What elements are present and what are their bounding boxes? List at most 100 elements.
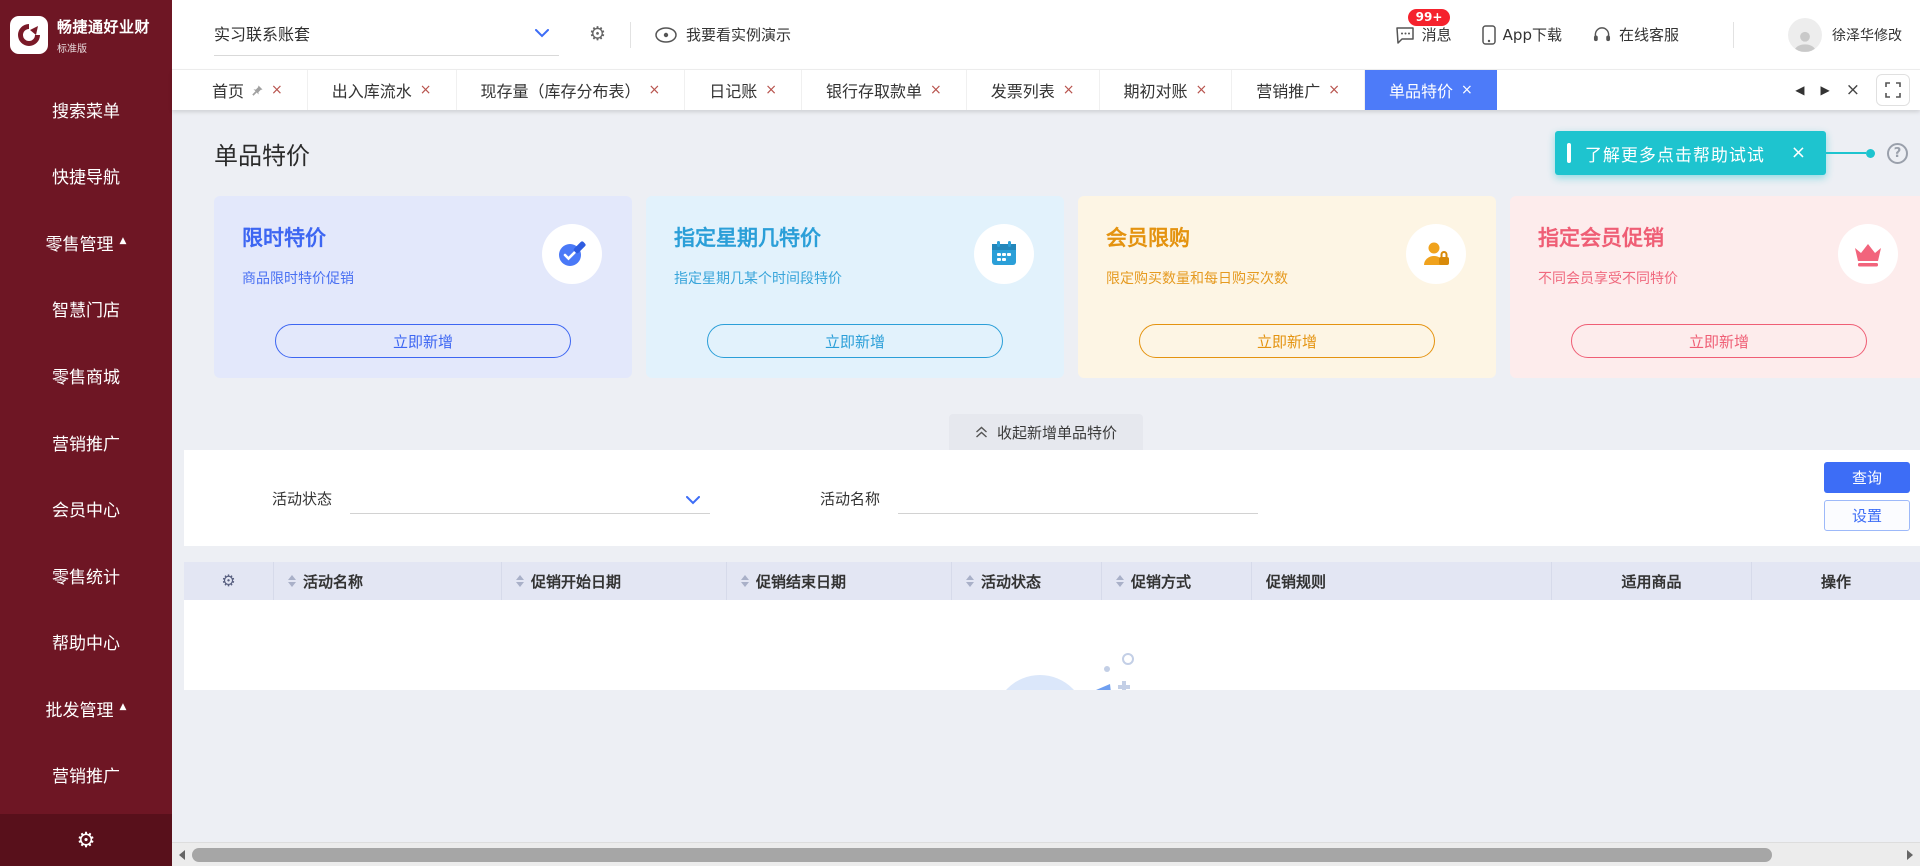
discount-icon bbox=[542, 224, 602, 284]
sort-icon bbox=[288, 575, 296, 587]
help-question-icon[interactable]: ? bbox=[1887, 142, 1908, 164]
logo: 畅捷通好业财 标准版 bbox=[0, 0, 172, 70]
tab-label: 日记账 bbox=[709, 82, 758, 101]
logo-text: 畅捷通好业财 标准版 bbox=[57, 16, 150, 55]
activity-status-label: 活动状态 bbox=[272, 489, 333, 508]
sidebar-item-smart-store[interactable]: 智慧门店 bbox=[0, 276, 172, 343]
tab-close-icon[interactable]: × bbox=[1328, 83, 1340, 97]
sidebar-item-wholesale-marketing[interactable]: 营销推广 bbox=[0, 741, 172, 808]
pin-icon bbox=[252, 85, 263, 96]
column-promo-start-date[interactable]: 促销开始日期 bbox=[502, 562, 727, 600]
column-activity-name[interactable]: 活动名称 bbox=[274, 562, 502, 600]
sidebar-item-search-menu[interactable]: 搜索菜单 bbox=[0, 76, 172, 143]
person-icon bbox=[1794, 31, 1816, 52]
topbar-right: 消息 99+ App下载 在线客服 徐泽华修改 bbox=[1395, 9, 1902, 52]
tab-home[interactable]: 首页 × bbox=[188, 70, 308, 110]
sort-icon bbox=[741, 575, 749, 587]
sidebar-item-label: 帮助中心 bbox=[52, 634, 120, 655]
tab-close-icon[interactable]: × bbox=[271, 83, 283, 97]
divider bbox=[630, 21, 632, 48]
tab-label: 发票列表 bbox=[990, 82, 1055, 101]
sidebar-item-quick-nav[interactable]: 快捷导航 bbox=[0, 143, 172, 210]
scroll-left-arrow[interactable] bbox=[172, 849, 192, 860]
tab-single-item-special-active[interactable]: 单品特价 × bbox=[1365, 70, 1497, 110]
sidebar-item-retail-mall[interactable]: 零售商城 bbox=[0, 342, 172, 409]
tab-close-icon[interactable]: × bbox=[930, 83, 942, 97]
tabs-scroll: 首页 × 出入库流水 × 现存量（库存分布表） × 日记账 × 银行存取款单 × 发票列… bbox=[188, 70, 1497, 110]
tab-close-icon[interactable]: × bbox=[1196, 83, 1208, 97]
tab-inout-flow[interactable]: 出入库流水 × bbox=[308, 70, 457, 110]
online-service-button[interactable]: 在线客服 bbox=[1592, 24, 1679, 45]
card-limited-time-special: 限时特价 商品限时特价促销 立即新增 bbox=[214, 196, 632, 378]
tab-scroll-left-icon[interactable]: ◀ bbox=[1795, 84, 1804, 96]
app-download-button[interactable]: App下载 bbox=[1481, 24, 1562, 45]
messages-label: 消息 bbox=[1421, 26, 1452, 44]
column-settings-cell[interactable]: ⚙ bbox=[184, 562, 274, 600]
chevron-down-icon bbox=[686, 496, 701, 505]
banner-close-icon[interactable]: × bbox=[1791, 144, 1806, 162]
column-activity-status[interactable]: 活动状态 bbox=[952, 562, 1102, 600]
scrollbar-thumb[interactable] bbox=[192, 847, 1772, 862]
sidebar-item-marketing[interactable]: 营销推广 bbox=[0, 409, 172, 476]
help-banner[interactable]: 了解更多点击帮助试试 × bbox=[1554, 131, 1826, 175]
tab-opening-reconciliation[interactable]: 期初对账 × bbox=[1100, 70, 1233, 110]
collapse-row: 收起新增单品特价 bbox=[172, 414, 1920, 450]
user-menu[interactable]: 徐泽华修改 bbox=[1788, 17, 1902, 52]
demo-link[interactable]: 我要看实例演示 bbox=[655, 24, 791, 45]
tab-label: 出入库流水 bbox=[331, 82, 412, 101]
account-set-select[interactable]: 实习联系账套 bbox=[214, 13, 559, 56]
sidebar-item-help-center[interactable]: 帮助中心 bbox=[0, 608, 172, 675]
add-member-purchase-limit-button[interactable]: 立即新增 bbox=[1139, 324, 1435, 358]
activity-name-input[interactable] bbox=[898, 482, 1259, 514]
column-applicable-goods[interactable]: 适用商品 bbox=[1552, 562, 1752, 600]
tab-scroll-right-icon[interactable]: ▶ bbox=[1821, 84, 1830, 96]
collapse-up-icon: ▲ bbox=[119, 702, 127, 713]
column-operations[interactable]: 操作 bbox=[1752, 562, 1920, 600]
scroll-right-arrow[interactable] bbox=[1900, 849, 1920, 860]
sidebar-group-wholesale-management[interactable]: 批发管理 ▲ bbox=[0, 675, 172, 742]
tab-bank-deposit[interactable]: 银行存取款单 × bbox=[802, 70, 967, 110]
sidebar-item-label: 营销推广 bbox=[52, 434, 120, 455]
page-header-right: 了解更多点击帮助试试 × ? bbox=[1554, 131, 1908, 175]
query-button[interactable]: 查询 bbox=[1824, 462, 1910, 493]
add-member-promotion-button[interactable]: 立即新增 bbox=[1571, 324, 1867, 358]
member-lock-icon bbox=[1406, 224, 1466, 284]
close-all-tabs-icon[interactable]: × bbox=[1846, 81, 1860, 99]
fullscreen-icon[interactable] bbox=[1876, 74, 1910, 106]
tab-close-icon[interactable]: × bbox=[1063, 83, 1075, 97]
tabbar: 首页 × 出入库流水 × 现存量（库存分布表） × 日记账 × 银行存取款单 × 发票列… bbox=[172, 70, 1920, 110]
column-promo-method[interactable]: 促销方式 bbox=[1102, 562, 1252, 600]
messages-button[interactable]: 消息 99+ bbox=[1395, 9, 1452, 45]
column-promo-rule[interactable]: 促销规则 bbox=[1252, 562, 1552, 600]
tab-controls: ◀ ▶ × bbox=[1781, 70, 1920, 110]
banner-accent-bar bbox=[1566, 143, 1571, 163]
tab-close-icon[interactable]: × bbox=[1461, 83, 1473, 97]
tab-journal[interactable]: 日记账 × bbox=[685, 70, 802, 110]
tab-marketing[interactable]: 营销推广 × bbox=[1232, 70, 1365, 110]
tab-close-icon[interactable]: × bbox=[649, 83, 661, 97]
topbar-gear-icon[interactable]: ⚙ bbox=[589, 25, 606, 44]
double-chevron-up-icon bbox=[976, 426, 987, 438]
activity-status-select[interactable] bbox=[350, 482, 711, 514]
sidebar-item-member-center[interactable]: 会员中心 bbox=[0, 475, 172, 542]
sidebar-settings-gear-icon[interactable]: ⚙ bbox=[77, 829, 96, 851]
sidebar-item-retail-stats[interactable]: 零售统计 bbox=[0, 542, 172, 609]
settings-button[interactable]: 设置 bbox=[1824, 500, 1910, 531]
activity-name-label: 活动名称 bbox=[820, 489, 881, 508]
tab-invoice-list[interactable]: 发票列表 × bbox=[967, 70, 1100, 110]
table-header-row: ⚙ 活动名称 促销开始日期 促销结束日期 活动状态 促销方式 促销规则 适用商品… bbox=[184, 562, 1920, 600]
sidebar-item-label: 批发管理 bbox=[45, 700, 114, 721]
add-limited-time-special-button[interactable]: 立即新增 bbox=[275, 324, 571, 358]
tab-stock-distribution[interactable]: 现存量（库存分布表） × bbox=[457, 70, 686, 110]
tab-close-icon[interactable]: × bbox=[420, 83, 432, 97]
tab-label: 现存量（库存分布表） bbox=[480, 82, 641, 101]
sort-icon bbox=[1116, 575, 1124, 587]
sidebar: 畅捷通好业财 标准版 搜索菜单 快捷导航 零售管理 ▲ 智慧门店 零售商城 营销推… bbox=[0, 0, 172, 866]
online-service-label: 在线客服 bbox=[1618, 26, 1679, 44]
tab-close-icon[interactable]: × bbox=[765, 83, 777, 97]
collapse-promo-section-button[interactable]: 收起新增单品特价 bbox=[948, 414, 1143, 450]
add-weekday-special-button[interactable]: 立即新增 bbox=[707, 324, 1003, 358]
sidebar-group-retail-management[interactable]: 零售管理 ▲ bbox=[0, 209, 172, 276]
column-promo-end-date[interactable]: 促销结束日期 bbox=[727, 562, 952, 600]
collapse-label: 收起新增单品特价 bbox=[996, 423, 1117, 442]
